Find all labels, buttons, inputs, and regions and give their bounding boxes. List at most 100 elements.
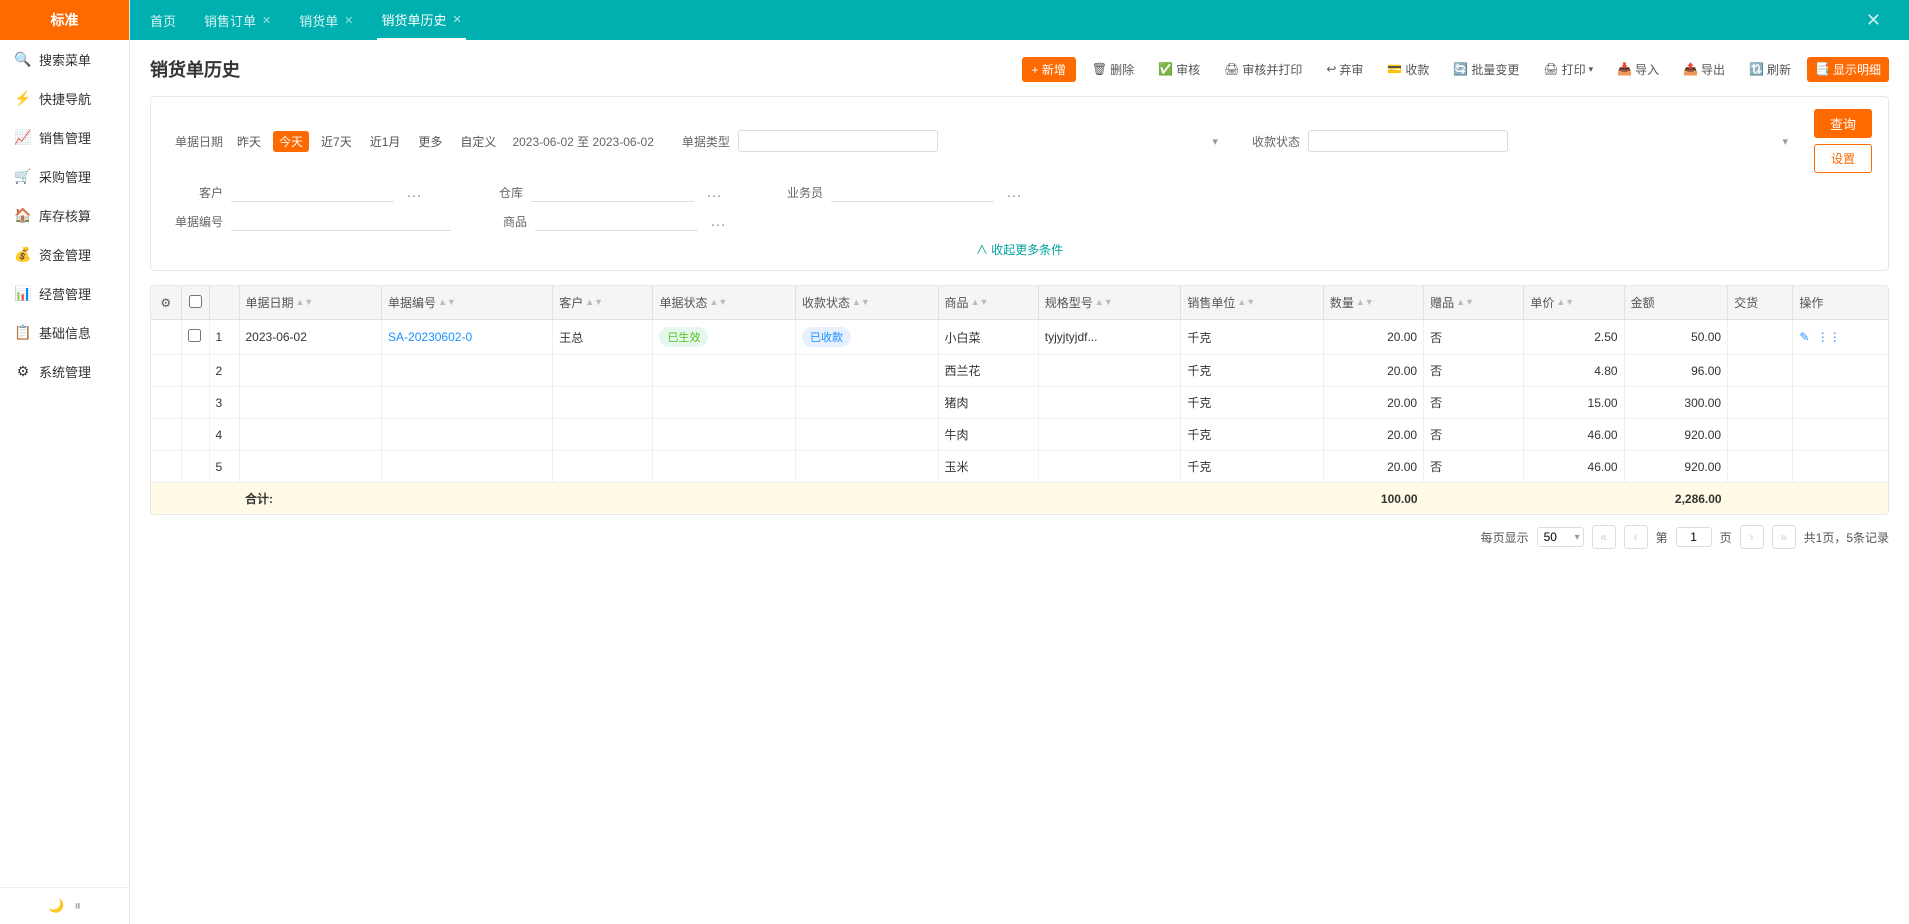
date-tag-more[interactable]: 更多 — [412, 131, 448, 152]
doc-number-input[interactable] — [231, 212, 451, 231]
prev-page-button[interactable]: ‹ — [1624, 525, 1648, 549]
collect-button[interactable]: 💳 收款 — [1379, 57, 1437, 82]
cell-unit: 千克 — [1181, 387, 1324, 419]
product-input[interactable] — [535, 212, 698, 231]
footer-total-amount: 2,286.00 — [1624, 483, 1728, 515]
query-button[interactable]: 查询 — [1814, 109, 1872, 138]
select-all-checkbox[interactable] — [189, 295, 202, 308]
show-detail-button[interactable]: 📑 显示明细 — [1807, 57, 1889, 82]
first-page-button[interactable]: « — [1592, 525, 1616, 549]
cell-payment-status: 已收款 — [796, 320, 939, 355]
cell-transaction — [1728, 320, 1793, 355]
next-page-button[interactable]: › — [1740, 525, 1764, 549]
setting-button[interactable]: 设置 — [1814, 144, 1872, 173]
col-doc-status[interactable]: 单据状态▲▼ — [653, 286, 796, 320]
date-tag-7days[interactable]: 近7天 — [315, 131, 358, 152]
date-tag-yesterday[interactable]: 昨天 — [231, 131, 267, 152]
sidebar-item-finance-mgmt[interactable]: 💰 资金管理 — [0, 235, 129, 274]
new-button[interactable]: + 新增 — [1022, 57, 1076, 82]
cell-transaction — [1728, 355, 1793, 387]
warehouse-ellipsis[interactable]: … — [706, 184, 722, 202]
sidebar-item-inventory[interactable]: 🏠 库存核算 — [0, 196, 129, 235]
sidebar-item-basic-info[interactable]: 📋 基础信息 — [0, 313, 129, 352]
date-range: 昨天 今天 近7天 近1月 更多 自定义 — [231, 131, 502, 152]
tab-sales-history[interactable]: 销货单历史 ✕ — [377, 0, 465, 40]
warehouse-input[interactable] — [531, 183, 694, 202]
refresh-button[interactable]: 🔃 刷新 — [1741, 57, 1799, 82]
batch-change-button[interactable]: 🔄 批量变更 — [1445, 57, 1527, 82]
cell-doc-number — [382, 451, 553, 483]
date-tag-custom[interactable]: 自定义 — [454, 131, 502, 152]
doc-number-link[interactable]: SA-20230602-0 — [388, 330, 472, 344]
tab-home[interactable]: 首页 — [146, 0, 180, 40]
footer-empty — [553, 483, 1324, 515]
sidebar-item-purchase-mgmt[interactable]: 🛒 采购管理 — [0, 157, 129, 196]
ops-mgmt-icon: 📊 — [15, 286, 31, 302]
inventory-icon: 🏠 — [15, 208, 31, 224]
col-doc-number[interactable]: 单据编号▲▼ — [382, 286, 553, 320]
action-more[interactable]: ⋮⋮ — [1817, 330, 1841, 344]
tab-sales-order-close[interactable]: ✕ — [262, 14, 271, 27]
cell-check — [181, 355, 209, 387]
sidebar-item-sales-mgmt[interactable]: 📈 销售管理 — [0, 118, 129, 157]
doc-type-select[interactable] — [738, 130, 938, 152]
collapse-button[interactable]: ∧ 收起更多条件 — [976, 241, 1063, 258]
main-close-button[interactable]: ✕ — [1854, 10, 1893, 31]
sidebar-bottom-icon2[interactable]: ⏸ — [74, 898, 81, 914]
tab-sales-history-close[interactable]: ✕ — [453, 13, 462, 26]
finance-mgmt-icon: 💰 — [15, 247, 31, 263]
col-doc-date[interactable]: 单据日期▲▼ — [239, 286, 382, 320]
col-gear[interactable]: ⚙ — [151, 286, 181, 320]
quick-nav-icon: ⚡ — [15, 91, 31, 107]
col-row-num — [209, 286, 239, 320]
customer-ellipsis[interactable]: … — [406, 184, 422, 202]
abandon-button[interactable]: ↩ 弃审 — [1318, 57, 1371, 82]
product-ellipsis[interactable]: … — [710, 213, 726, 231]
per-page-select[interactable]: 50 100 — [1537, 527, 1584, 547]
last-page-button[interactable]: » — [1772, 525, 1796, 549]
audit-print-button[interactable]: 🖨 审核并打印 — [1216, 57, 1310, 82]
cell-doc-status — [653, 387, 796, 419]
print-button[interactable]: 🖨 打印 ▾ — [1535, 57, 1601, 82]
staff-ellipsis[interactable]: … — [1006, 184, 1022, 202]
filter-doc-number: 单据编号 — [167, 212, 451, 231]
cell-doc-status: 已生效 — [653, 320, 796, 355]
sidebar-item-ops-mgmt[interactable]: 📊 经营管理 — [0, 274, 129, 313]
cell-check — [181, 419, 209, 451]
col-spec[interactable]: 规格型号▲▼ — [1038, 286, 1181, 320]
export-button[interactable]: 📤 导出 — [1675, 57, 1733, 82]
customer-input[interactable] — [231, 183, 394, 202]
sidebar-item-search-menu[interactable]: 🔍 搜索菜单 — [0, 40, 129, 79]
col-unit[interactable]: 销售单位▲▼ — [1181, 286, 1324, 320]
tab-sales-order[interactable]: 销售订单 ✕ — [200, 0, 275, 40]
date-tag-1month[interactable]: 近1月 — [364, 131, 407, 152]
sidebar-bottom-icon1[interactable]: 🌙 — [48, 898, 64, 914]
filter-staff-label: 业务员 — [767, 184, 823, 201]
audit-button[interactable]: ✅ 审核 — [1150, 57, 1208, 82]
sidebar: 标准 🔍 搜索菜单 ⚡ 快捷导航 📈 销售管理 🛒 采购管理 🏠 库存核算 💰 … — [0, 0, 130, 924]
col-customer[interactable]: 客户▲▼ — [553, 286, 653, 320]
filter-customer: 客户 … — [167, 183, 447, 202]
staff-input[interactable] — [831, 183, 994, 202]
sidebar-item-quick-nav[interactable]: ⚡ 快捷导航 — [0, 79, 129, 118]
payment-status-select[interactable] — [1308, 130, 1508, 152]
tab-sales-delivery-close[interactable]: ✕ — [344, 14, 353, 27]
col-quantity[interactable]: 数量▲▼ — [1323, 286, 1423, 320]
show-detail-icon: 📑 — [1815, 62, 1830, 76]
col-price[interactable]: 单价▲▼ — [1524, 286, 1624, 320]
sidebar-item-sys-mgmt[interactable]: ⚙ 系统管理 — [0, 352, 129, 391]
date-tag-today[interactable]: 今天 — [273, 131, 309, 152]
col-product[interactable]: 商品▲▼ — [938, 286, 1038, 320]
col-payment-status[interactable]: 收款状态▲▼ — [796, 286, 939, 320]
cell-unit: 千克 — [1181, 419, 1324, 451]
delete-button[interactable]: 🗑 删除 — [1084, 57, 1142, 82]
action-edit[interactable]: ✎ — [1799, 330, 1809, 344]
col-gift[interactable]: 赠品▲▼ — [1424, 286, 1524, 320]
cell-doc-number — [382, 355, 553, 387]
import-button[interactable]: 📥 导入 — [1609, 57, 1667, 82]
cell-product: 猪肉 — [938, 387, 1038, 419]
cell-row-num: 3 — [209, 387, 239, 419]
page-input[interactable] — [1676, 527, 1712, 547]
tab-sales-delivery[interactable]: 销货单 ✕ — [295, 0, 357, 40]
row-checkbox[interactable] — [188, 329, 201, 342]
